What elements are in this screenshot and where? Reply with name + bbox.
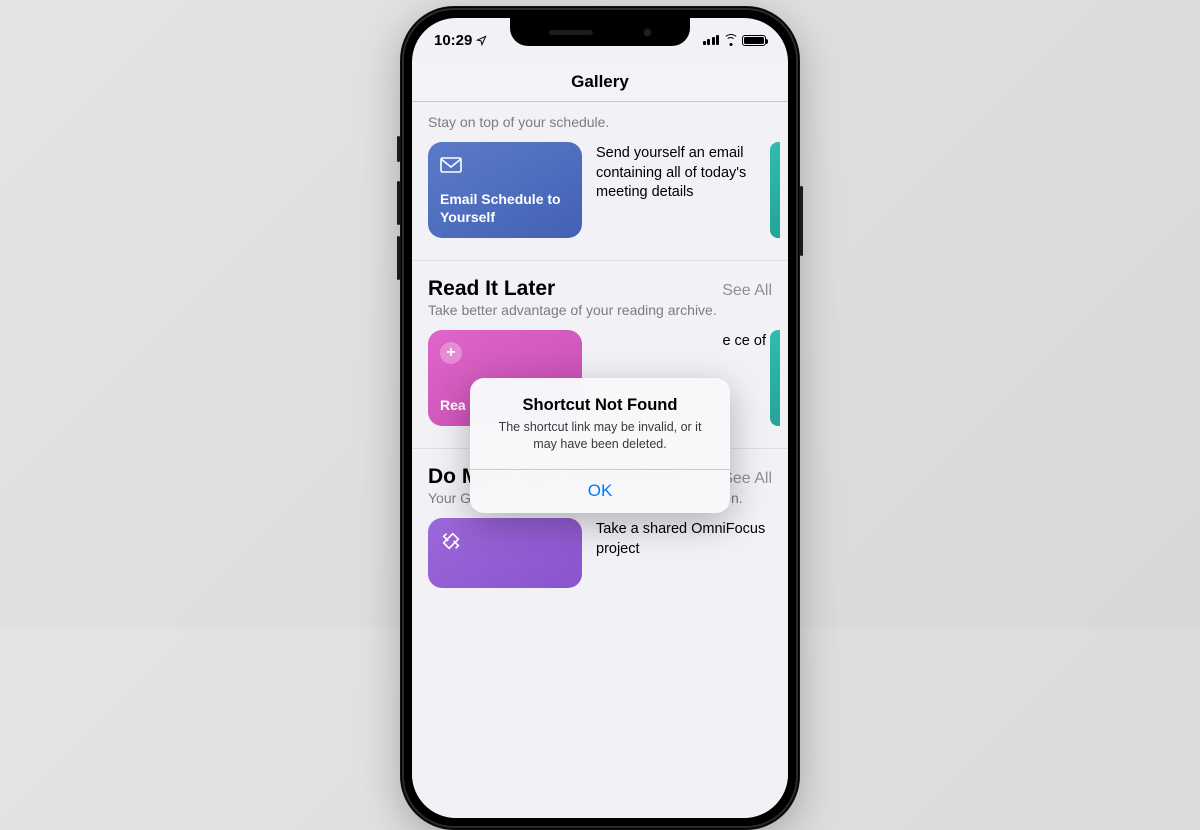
page-title: Gallery [571,72,629,92]
front-camera [643,28,652,37]
section-subtitle: Stay on top of your schedule. [428,114,772,130]
shortcut-tile-email-schedule[interactable]: Email Schedule to Yourself [428,142,582,238]
status-right [703,34,767,46]
tile-description: e ce of [596,330,772,352]
cellular-icon [703,35,720,45]
screen: 10:29 Gallery Put It on the Calendar See… [412,18,788,818]
alert-dialog: Shortcut Not Found The shortcut link may… [470,378,730,513]
speaker [549,30,593,35]
mail-icon [440,154,462,176]
section-subtitle: Take better advantage of your reading ar… [428,302,772,318]
notch [510,18,690,46]
nav-bar: Gallery [412,62,788,102]
section-title: Put It on the Calendar [428,102,645,108]
alert-ok-button[interactable]: OK [470,469,730,513]
alert-message: The shortcut link may be invalid, or it … [486,419,714,453]
status-left: 10:29 [434,32,487,49]
add-icon: + [440,342,462,364]
see-all-link[interactable]: See All [722,282,772,300]
shortcut-tile-omnifocus[interactable] [428,518,582,588]
tile-label: Email Schedule to Yourself [440,191,570,226]
tile-description: Send yourself an email containing all of… [596,142,772,203]
section-title: Read It Later [428,277,555,301]
alert-title: Shortcut Not Found [486,396,714,415]
tools-icon [440,530,462,552]
side-button-right [800,186,803,256]
battery-icon [742,35,766,46]
status-time: 10:29 [434,32,472,49]
tile-description: Take a shared OmniFocus project [596,518,772,559]
next-tile-peek[interactable] [770,330,780,426]
iphone-frame: 10:29 Gallery Put It on the Calendar See… [400,6,800,830]
side-button-vol-up [397,181,400,225]
side-button-vol-down [397,236,400,280]
side-button-mute [397,136,400,162]
next-tile-peek[interactable] [770,142,780,238]
see-all-link[interactable]: See All [722,102,772,113]
section-calendar: Put It on the Calendar See All Stay on t… [412,102,788,242]
wifi-icon [723,34,738,46]
location-icon [476,35,487,46]
